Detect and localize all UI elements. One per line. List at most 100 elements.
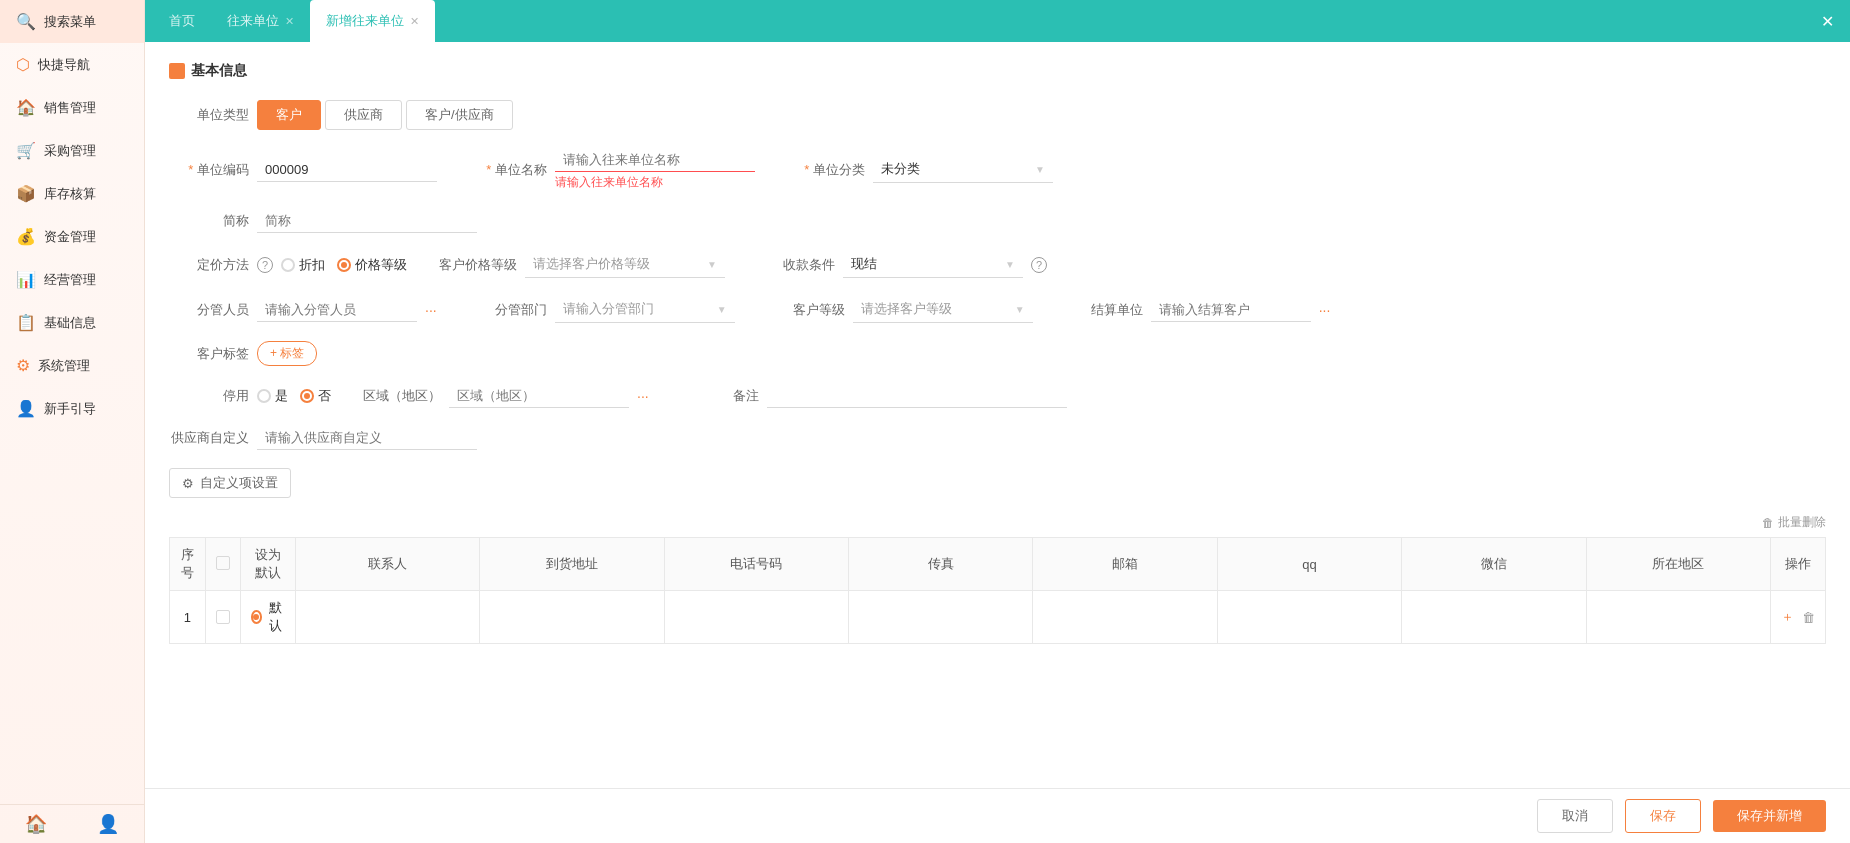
row-default-radio[interactable]: 默认	[251, 599, 285, 635]
unit-type-row: 单位类型 客户 供应商 客户/供应商	[169, 100, 1826, 130]
unit-category-select[interactable]: 未分类 ▼	[873, 156, 1053, 183]
customer-tags-label: 客户标签	[169, 345, 249, 363]
table-section: 🗑 批量删除 序号 设为默认 联系人 到货地址 电话号码 传真 邮箱 qq	[169, 514, 1826, 644]
unit-name-wrap: 请输入往来单位名称	[555, 148, 755, 191]
sidebar-item-quick-nav[interactable]: ⬡ 快捷导航	[0, 43, 144, 86]
sidebar-item-inventory[interactable]: 📦 库存核算	[0, 172, 144, 215]
short-name-row: 简称	[169, 209, 1826, 233]
sidebar-item-system[interactable]: ⚙ 系统管理	[0, 344, 144, 387]
sidebar-item-newbie[interactable]: 👤 新手引导	[0, 387, 144, 430]
main-area: 首页 往来单位 ✕ 新增往来单位 ✕ ✕ 基本信息 单位类型 客户 供应商 客户…	[145, 0, 1850, 843]
cell-qq[interactable]	[1217, 591, 1401, 644]
sidebar-item-search[interactable]: 🔍 搜索菜单	[0, 0, 144, 43]
unit-code-input[interactable]	[257, 158, 437, 182]
row-add-icon[interactable]: ＋	[1781, 608, 1794, 626]
col-contact: 联系人	[295, 538, 479, 591]
row-checkbox[interactable]	[216, 610, 230, 624]
cancel-button[interactable]: 取消	[1537, 799, 1613, 833]
cell-email[interactable]	[1033, 591, 1217, 644]
cell-region[interactable]	[1586, 591, 1770, 644]
radio-no-circle	[300, 389, 314, 403]
customer-level-field: 客户等级 请选择客户等级 ▼	[765, 296, 1033, 323]
settlement-unit-more-icon[interactable]: ···	[1319, 302, 1331, 318]
tab-partner-list-close[interactable]: ✕	[285, 15, 294, 28]
customer-price-level-select[interactable]: 请选择客户价格等级 ▼	[525, 251, 725, 278]
cell-wechat[interactable]	[1402, 591, 1586, 644]
cell-contact[interactable]	[295, 591, 479, 644]
cell-fax[interactable]	[848, 591, 1032, 644]
sidebar-label-inventory: 库存核算	[44, 185, 96, 203]
region-field: 区域（地区） ···	[361, 384, 649, 408]
custom-settings-button[interactable]: ⚙ 自定义项设置	[169, 468, 291, 498]
add-tag-label: + 标签	[270, 345, 304, 362]
batch-delete-btn[interactable]: 🗑 批量删除	[1762, 514, 1826, 531]
region-more-icon[interactable]: ···	[637, 388, 649, 404]
select-all-checkbox[interactable]	[216, 556, 230, 570]
cell-address[interactable]	[480, 591, 664, 644]
tab-partner-list-label: 往来单位	[227, 12, 279, 30]
payment-terms-select[interactable]: 现结 ▼	[843, 251, 1023, 278]
radio-discount[interactable]: 折扣	[281, 256, 325, 274]
inventory-icon: 📦	[16, 184, 36, 203]
save-new-button[interactable]: 保存并新增	[1713, 800, 1826, 832]
unit-code-label: 单位编码	[169, 161, 249, 179]
row-default-label: 默认	[266, 599, 285, 635]
btn-supplier[interactable]: 供应商	[325, 100, 402, 130]
unit-name-input[interactable]	[555, 148, 755, 172]
department-select[interactable]: 请输入分管部门 ▼	[555, 296, 735, 323]
tab-partner-list[interactable]: 往来单位 ✕	[211, 0, 310, 42]
supplier-custom-label: 供应商自定义	[169, 429, 249, 447]
sidebar-item-finance[interactable]: 💰 资金管理	[0, 215, 144, 258]
settlement-unit-input[interactable]	[1151, 298, 1311, 322]
sidebar-user-icon[interactable]: 👤	[97, 813, 119, 835]
save-button[interactable]: 保存	[1625, 799, 1701, 833]
sidebar-label-search: 搜索菜单	[44, 13, 96, 31]
radio-yes[interactable]: 是	[257, 387, 288, 405]
add-tag-button[interactable]: + 标签	[257, 341, 317, 366]
supplier-custom-input[interactable]	[257, 426, 477, 450]
tab-home[interactable]: 首页	[153, 0, 211, 42]
btn-customer[interactable]: 客户	[257, 100, 321, 130]
short-name-input[interactable]	[257, 209, 477, 233]
section-title-basic: 基本信息	[191, 62, 247, 80]
radio-price-level[interactable]: 价格等级	[337, 256, 407, 274]
cell-default: 默认	[240, 591, 295, 644]
gear-icon: ⚙	[182, 476, 194, 491]
sidebar-label-newbie: 新手引导	[44, 400, 96, 418]
tabbar-close-all[interactable]: ✕	[1813, 12, 1842, 31]
col-address: 到货地址	[480, 538, 664, 591]
sidebar-item-basic-info[interactable]: 📋 基础信息	[0, 301, 144, 344]
sidebar-home-icon[interactable]: 🏠	[25, 813, 47, 835]
cell-phone[interactable]	[664, 591, 848, 644]
tab-add-partner-close[interactable]: ✕	[410, 15, 419, 28]
radio-price-level-circle	[337, 258, 351, 272]
col-region: 所在地区	[1586, 538, 1770, 591]
customer-level-select[interactable]: 请选择客户等级 ▼	[853, 296, 1033, 323]
region-input[interactable]	[449, 384, 629, 408]
radio-price-level-label: 价格等级	[355, 256, 407, 274]
radio-no[interactable]: 否	[300, 387, 331, 405]
sidebar-item-sales[interactable]: 🏠 销售管理	[0, 86, 144, 129]
pricing-help-icon[interactable]: ?	[257, 257, 273, 273]
manager-input[interactable]	[257, 298, 417, 322]
region-label: 区域（地区）	[361, 387, 441, 405]
customer-level-label: 客户等级	[765, 301, 845, 319]
sidebar-item-purchase[interactable]: 🛒 采购管理	[0, 129, 144, 172]
col-fax: 传真	[848, 538, 1032, 591]
remarks-input[interactable]	[767, 384, 1067, 408]
tab-add-partner[interactable]: 新增往来单位 ✕	[310, 0, 435, 42]
sales-icon: 🏠	[16, 98, 36, 117]
remarks-field: 备注	[679, 384, 1067, 408]
row-delete-icon[interactable]: 🗑	[1802, 610, 1815, 625]
sidebar-label-operations: 经营管理	[44, 271, 96, 289]
table-actions: 🗑 批量删除	[169, 514, 1826, 531]
newbie-icon: 👤	[16, 399, 36, 418]
system-icon: ⚙	[16, 356, 30, 375]
customer-price-level-arrow: ▼	[707, 259, 717, 270]
radio-no-label: 否	[318, 387, 331, 405]
manager-more-icon[interactable]: ···	[425, 302, 437, 318]
sidebar-item-operations[interactable]: 📊 经营管理	[0, 258, 144, 301]
sidebar-label-purchase: 采购管理	[44, 142, 96, 160]
payment-terms-help-icon[interactable]: ?	[1031, 257, 1047, 273]
btn-both[interactable]: 客户/供应商	[406, 100, 513, 130]
